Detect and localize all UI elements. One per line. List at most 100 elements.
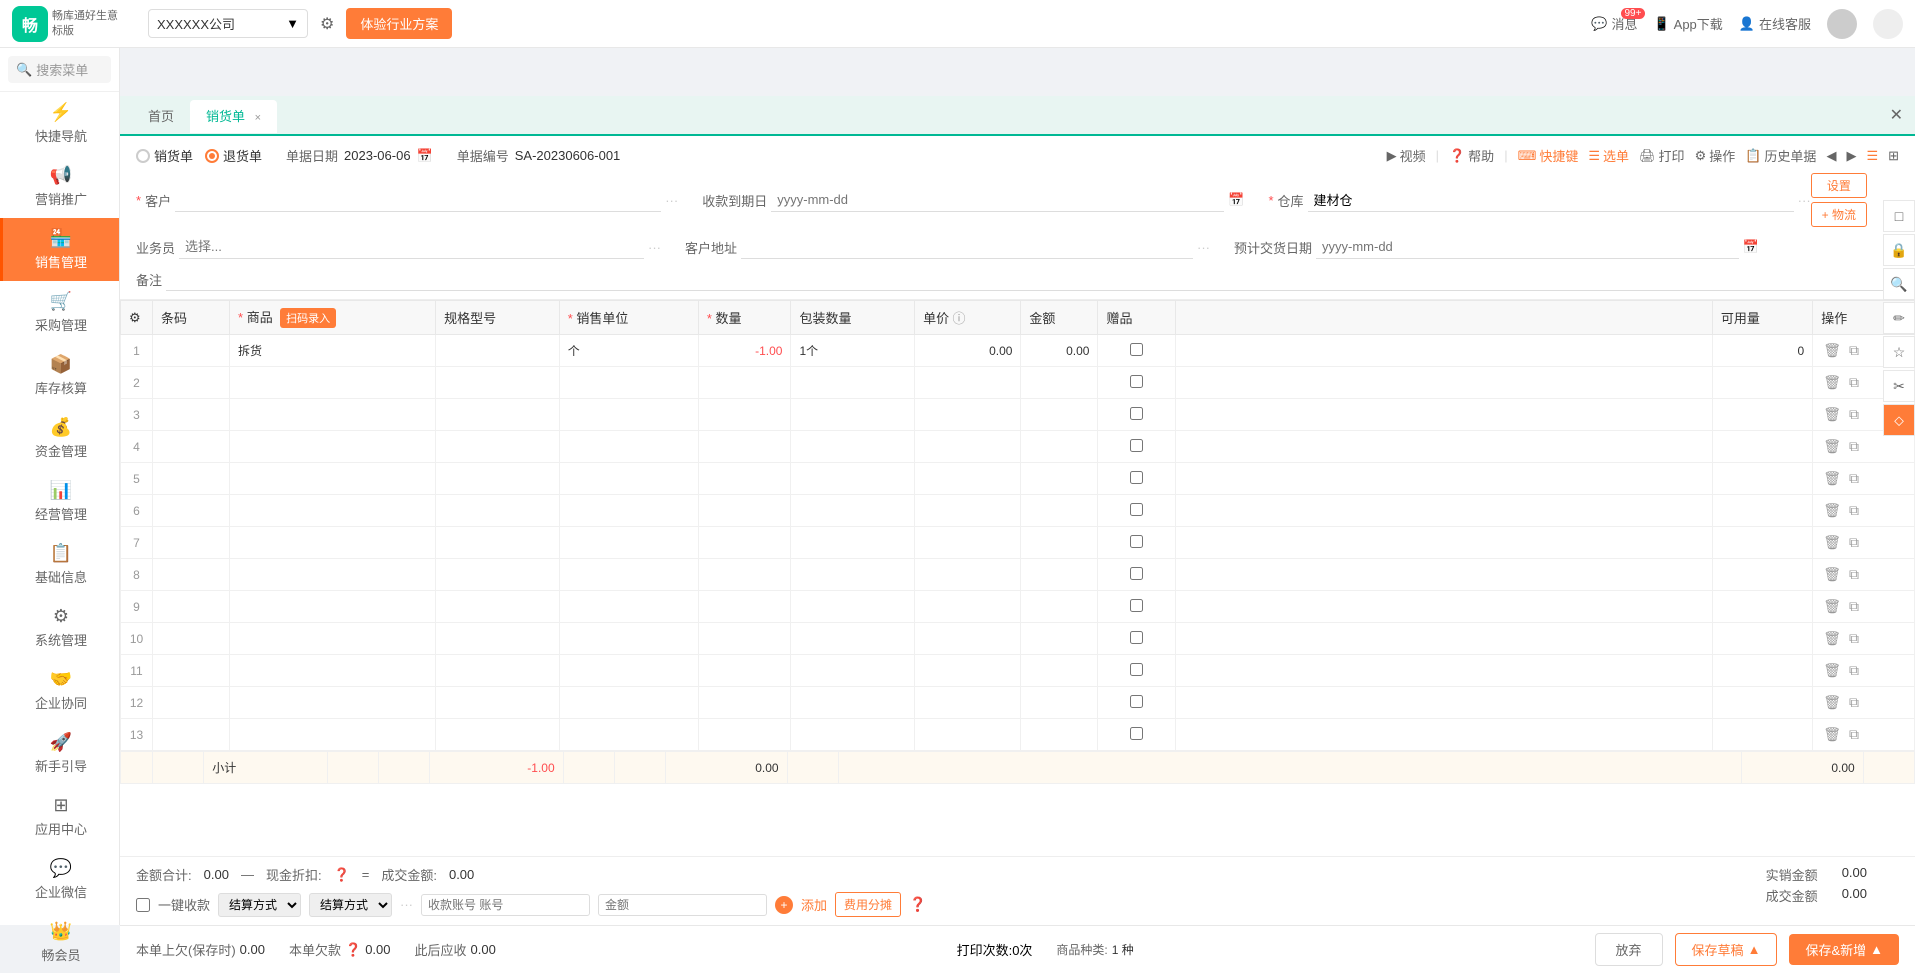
copy-row-button[interactable]: ⧉ bbox=[1847, 468, 1861, 489]
gift-checkbox[interactable] bbox=[1130, 567, 1143, 580]
row-pack-qty[interactable] bbox=[791, 687, 915, 719]
row-unit[interactable] bbox=[559, 527, 698, 559]
message-button[interactable]: 💬 消息 99+ bbox=[1591, 14, 1637, 33]
logistics-button[interactable]: + 物流 bbox=[1811, 202, 1867, 227]
row-gift[interactable] bbox=[1098, 623, 1175, 655]
payment-dots[interactable]: ··· bbox=[400, 897, 413, 912]
row-qty[interactable] bbox=[698, 687, 791, 719]
save-new-button[interactable]: 保存&新增 ▲ bbox=[1789, 934, 1899, 965]
delete-row-button[interactable]: 🗑 bbox=[1821, 564, 1843, 585]
fee-split-button[interactable]: 费用分摊 bbox=[835, 892, 901, 917]
row-gift[interactable] bbox=[1098, 399, 1175, 431]
fee-help-icon[interactable]: ❓ bbox=[909, 896, 926, 913]
row-unit-price[interactable] bbox=[915, 687, 1021, 719]
row-gift[interactable] bbox=[1098, 687, 1175, 719]
row-unit-price[interactable] bbox=[915, 431, 1021, 463]
delete-row-button[interactable]: 🗑 bbox=[1821, 340, 1843, 361]
copy-row-button[interactable]: ⧉ bbox=[1847, 404, 1861, 425]
row-pack-qty[interactable] bbox=[791, 527, 915, 559]
right-sidebar-expand[interactable]: □ bbox=[1883, 200, 1915, 232]
setup-button[interactable]: 设置 bbox=[1811, 173, 1867, 198]
row-unit[interactable] bbox=[559, 495, 698, 527]
row-unit[interactable] bbox=[559, 719, 698, 751]
copy-row-button[interactable]: ⧉ bbox=[1847, 340, 1861, 361]
row-unit[interactable] bbox=[559, 463, 698, 495]
row-qty[interactable]: -1.00 bbox=[698, 335, 791, 367]
copy-row-button[interactable]: ⧉ bbox=[1847, 564, 1861, 585]
toolbar-print[interactable]: 🖨 打印 bbox=[1639, 146, 1685, 165]
calendar-icon[interactable]: 📅 bbox=[417, 148, 433, 164]
row-barcode[interactable] bbox=[153, 367, 230, 399]
sidebar-item-system[interactable]: ⚙ 系统管理 bbox=[0, 596, 119, 659]
row-gift[interactable] bbox=[1098, 495, 1175, 527]
company-selector[interactable]: XXXXXX公司 ▼ bbox=[148, 9, 308, 38]
row-unit-price[interactable] bbox=[915, 559, 1021, 591]
copy-row-button[interactable]: ⧉ bbox=[1847, 724, 1861, 745]
delete-row-button[interactable]: 🗑 bbox=[1821, 628, 1843, 649]
gift-checkbox[interactable] bbox=[1130, 727, 1143, 740]
gift-checkbox[interactable] bbox=[1130, 599, 1143, 612]
nav-next-icon[interactable]: ▶ bbox=[1846, 148, 1856, 164]
notes-input[interactable] bbox=[166, 267, 1899, 291]
row-product[interactable] bbox=[230, 719, 436, 751]
row-qty[interactable] bbox=[698, 463, 791, 495]
row-product[interactable] bbox=[230, 623, 436, 655]
row-barcode[interactable] bbox=[153, 719, 230, 751]
nav-prev-icon[interactable]: ◀ bbox=[1826, 148, 1836, 164]
gift-checkbox[interactable] bbox=[1130, 407, 1143, 420]
row-barcode[interactable] bbox=[153, 591, 230, 623]
add-payment-button[interactable]: + bbox=[775, 896, 793, 914]
delete-row-button[interactable]: 🗑 bbox=[1821, 596, 1843, 617]
row-pack-qty[interactable] bbox=[791, 495, 915, 527]
row-unit-price[interactable] bbox=[915, 591, 1021, 623]
settings-icon[interactable]: ⚙ bbox=[320, 14, 334, 34]
delete-row-button[interactable]: 🗑 bbox=[1821, 500, 1843, 521]
row-gift[interactable] bbox=[1098, 527, 1175, 559]
warehouse-dots[interactable]: ··· bbox=[1798, 193, 1811, 208]
customer-addr-input[interactable] bbox=[741, 235, 1193, 259]
copy-row-button[interactable]: ⧉ bbox=[1847, 436, 1861, 457]
row-barcode[interactable] bbox=[153, 399, 230, 431]
toolbar-shortcut[interactable]: ⌨ 快捷键 bbox=[1518, 146, 1579, 165]
delete-row-button[interactable]: 🗑 bbox=[1821, 436, 1843, 457]
row-barcode[interactable] bbox=[153, 463, 230, 495]
radio-return-order[interactable]: 退货单 bbox=[205, 146, 262, 165]
sidebar-item-sales[interactable]: 🏪 销售管理 bbox=[0, 218, 119, 281]
row-qty[interactable] bbox=[698, 591, 791, 623]
app-download-button[interactable]: 📱 App下载 bbox=[1653, 14, 1722, 33]
toolbar-history[interactable]: 📋 历史单据 bbox=[1745, 146, 1816, 165]
help3-icon[interactable]: ❓ bbox=[345, 942, 361, 958]
delete-row-button[interactable]: 🗑 bbox=[1821, 724, 1843, 745]
row-spec[interactable] bbox=[436, 687, 560, 719]
salesperson-input[interactable] bbox=[179, 235, 644, 259]
row-unit-price[interactable]: 0.00 bbox=[915, 335, 1021, 367]
list-view-icon[interactable]: ☰ bbox=[1866, 148, 1878, 164]
row-gift[interactable] bbox=[1098, 655, 1175, 687]
save-draft-button[interactable]: 保存草稿 ▲ bbox=[1675, 933, 1778, 966]
row-spec[interactable] bbox=[436, 367, 560, 399]
row-qty[interactable] bbox=[698, 559, 791, 591]
tab-sales-order[interactable]: 销货单 × bbox=[190, 100, 277, 133]
row-gift[interactable] bbox=[1098, 463, 1175, 495]
sidebar-item-collaboration[interactable]: 🤝 企业协同 bbox=[0, 659, 119, 722]
calendar2-icon[interactable]: 📅 bbox=[1228, 192, 1244, 208]
row-spec[interactable] bbox=[436, 399, 560, 431]
right-sidebar-lock[interactable]: 🔒 bbox=[1883, 234, 1915, 266]
calendar3-icon[interactable]: 📅 bbox=[1743, 239, 1759, 255]
sidebar-item-wechat[interactable]: 💬 企业微信 bbox=[0, 848, 119, 911]
row-unit-price[interactable] bbox=[915, 463, 1021, 495]
row-product[interactable] bbox=[230, 495, 436, 527]
payment-method-select[interactable]: 结算方式 bbox=[218, 893, 301, 917]
row-spec[interactable] bbox=[436, 495, 560, 527]
row-spec[interactable] bbox=[436, 591, 560, 623]
row-gift[interactable] bbox=[1098, 335, 1175, 367]
copy-row-button[interactable]: ⧉ bbox=[1847, 596, 1861, 617]
row-gift[interactable] bbox=[1098, 559, 1175, 591]
toolbar-select[interactable]: ☰ 选单 bbox=[1588, 146, 1629, 165]
row-qty[interactable] bbox=[698, 655, 791, 687]
right-sidebar-edit[interactable]: ✏ bbox=[1883, 302, 1915, 334]
row-spec[interactable] bbox=[436, 463, 560, 495]
tab-bar-close-icon[interactable]: ✕ bbox=[1890, 105, 1903, 125]
sidebar-item-finance[interactable]: 💰 资金管理 bbox=[0, 407, 119, 470]
row-spec[interactable] bbox=[436, 719, 560, 751]
